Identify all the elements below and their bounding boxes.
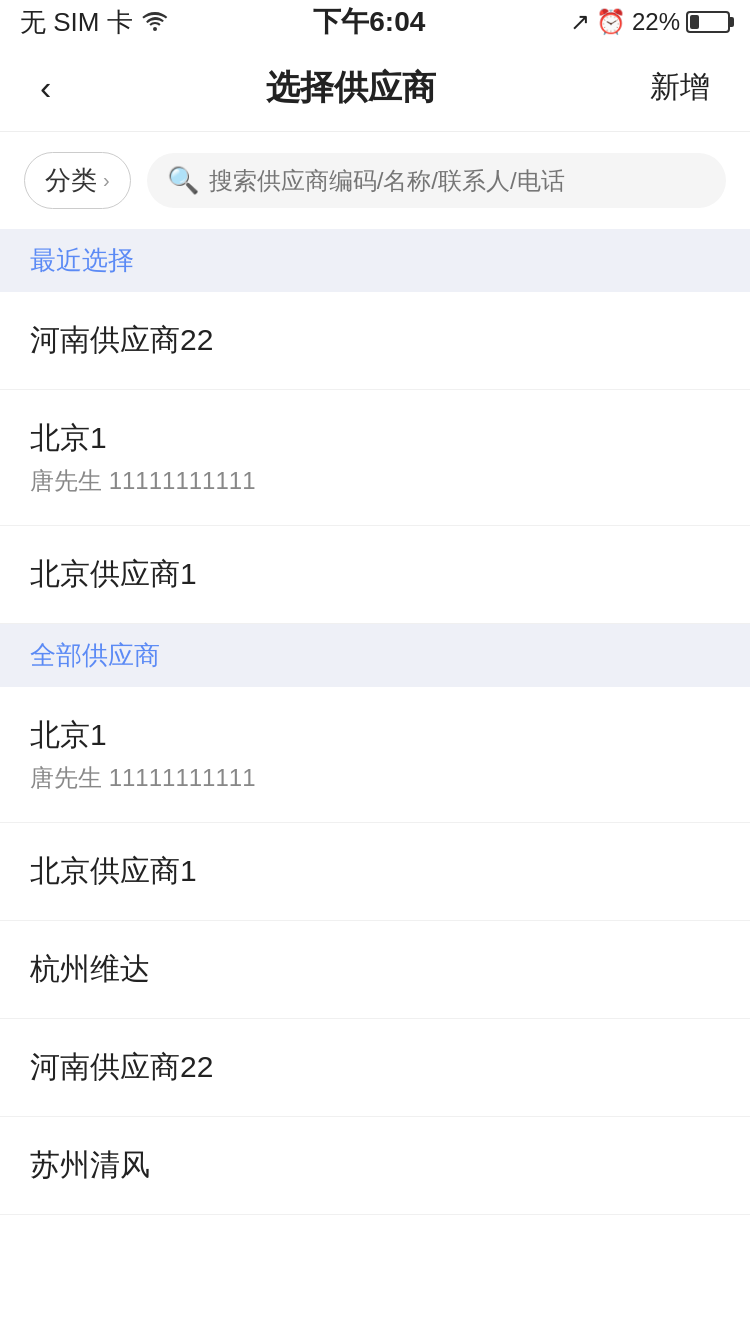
item-name: 河南供应商22 bbox=[30, 320, 720, 361]
search-input-wrap: 🔍 bbox=[147, 153, 726, 208]
nav-bar: ‹ 选择供应商 新增 bbox=[0, 44, 750, 132]
recent-list: 河南供应商22 北京1 唐先生 11111111111 北京供应商1 bbox=[0, 292, 750, 624]
item-sub: 唐先生 11111111111 bbox=[30, 465, 720, 497]
search-bar: 分类 › 🔍 bbox=[0, 132, 750, 229]
back-button[interactable]: ‹ bbox=[30, 58, 61, 117]
list-item[interactable]: 北京1 唐先生 11111111111 bbox=[0, 687, 750, 823]
status-bar: 无 SIM 卡 下午6:04 ↗ ⏰ 22% bbox=[0, 0, 750, 44]
all-section-header: 全部供应商 bbox=[0, 624, 750, 687]
list-item[interactable]: 苏州清风 bbox=[0, 1117, 750, 1215]
status-time: 下午6:04 bbox=[313, 3, 425, 41]
list-item[interactable]: 北京1 唐先生 11111111111 bbox=[0, 390, 750, 526]
list-item[interactable]: 北京供应商1 bbox=[0, 823, 750, 921]
sim-status: 无 SIM 卡 bbox=[20, 5, 133, 40]
item-sub: 唐先生 11111111111 bbox=[30, 762, 720, 794]
alarm-icon: ⏰ bbox=[596, 8, 626, 36]
list-item[interactable]: 北京供应商1 bbox=[0, 526, 750, 624]
status-left: 无 SIM 卡 bbox=[20, 5, 169, 40]
list-item[interactable]: 杭州维达 bbox=[0, 921, 750, 1019]
search-input[interactable] bbox=[209, 167, 706, 195]
list-item[interactable]: 河南供应商22 bbox=[0, 1019, 750, 1117]
item-name: 北京供应商1 bbox=[30, 554, 720, 595]
category-button[interactable]: 分类 › bbox=[24, 152, 131, 209]
item-name: 河南供应商22 bbox=[30, 1047, 720, 1088]
chevron-right-icon: › bbox=[103, 169, 110, 192]
item-name: 北京供应商1 bbox=[30, 851, 720, 892]
list-item[interactable]: 河南供应商22 bbox=[0, 292, 750, 390]
item-name: 北京1 bbox=[30, 715, 720, 756]
recent-section-header: 最近选择 bbox=[0, 229, 750, 292]
add-button[interactable]: 新增 bbox=[640, 57, 720, 118]
location-icon: ↗ bbox=[570, 8, 590, 36]
battery-icon bbox=[686, 11, 730, 33]
item-name: 苏州清风 bbox=[30, 1145, 720, 1186]
item-name: 杭州维达 bbox=[30, 949, 720, 990]
all-list: 北京1 唐先生 11111111111 北京供应商1 杭州维达河南供应商22 苏州清风 bbox=[0, 687, 750, 1215]
wifi-icon bbox=[141, 7, 169, 38]
status-right: ↗ ⏰ 22% bbox=[570, 8, 730, 36]
item-name: 北京1 bbox=[30, 418, 720, 459]
page-title: 选择供应商 bbox=[266, 65, 436, 111]
search-icon: 🔍 bbox=[167, 165, 199, 196]
battery-percent: 22% bbox=[632, 8, 680, 36]
category-label: 分类 bbox=[45, 163, 97, 198]
